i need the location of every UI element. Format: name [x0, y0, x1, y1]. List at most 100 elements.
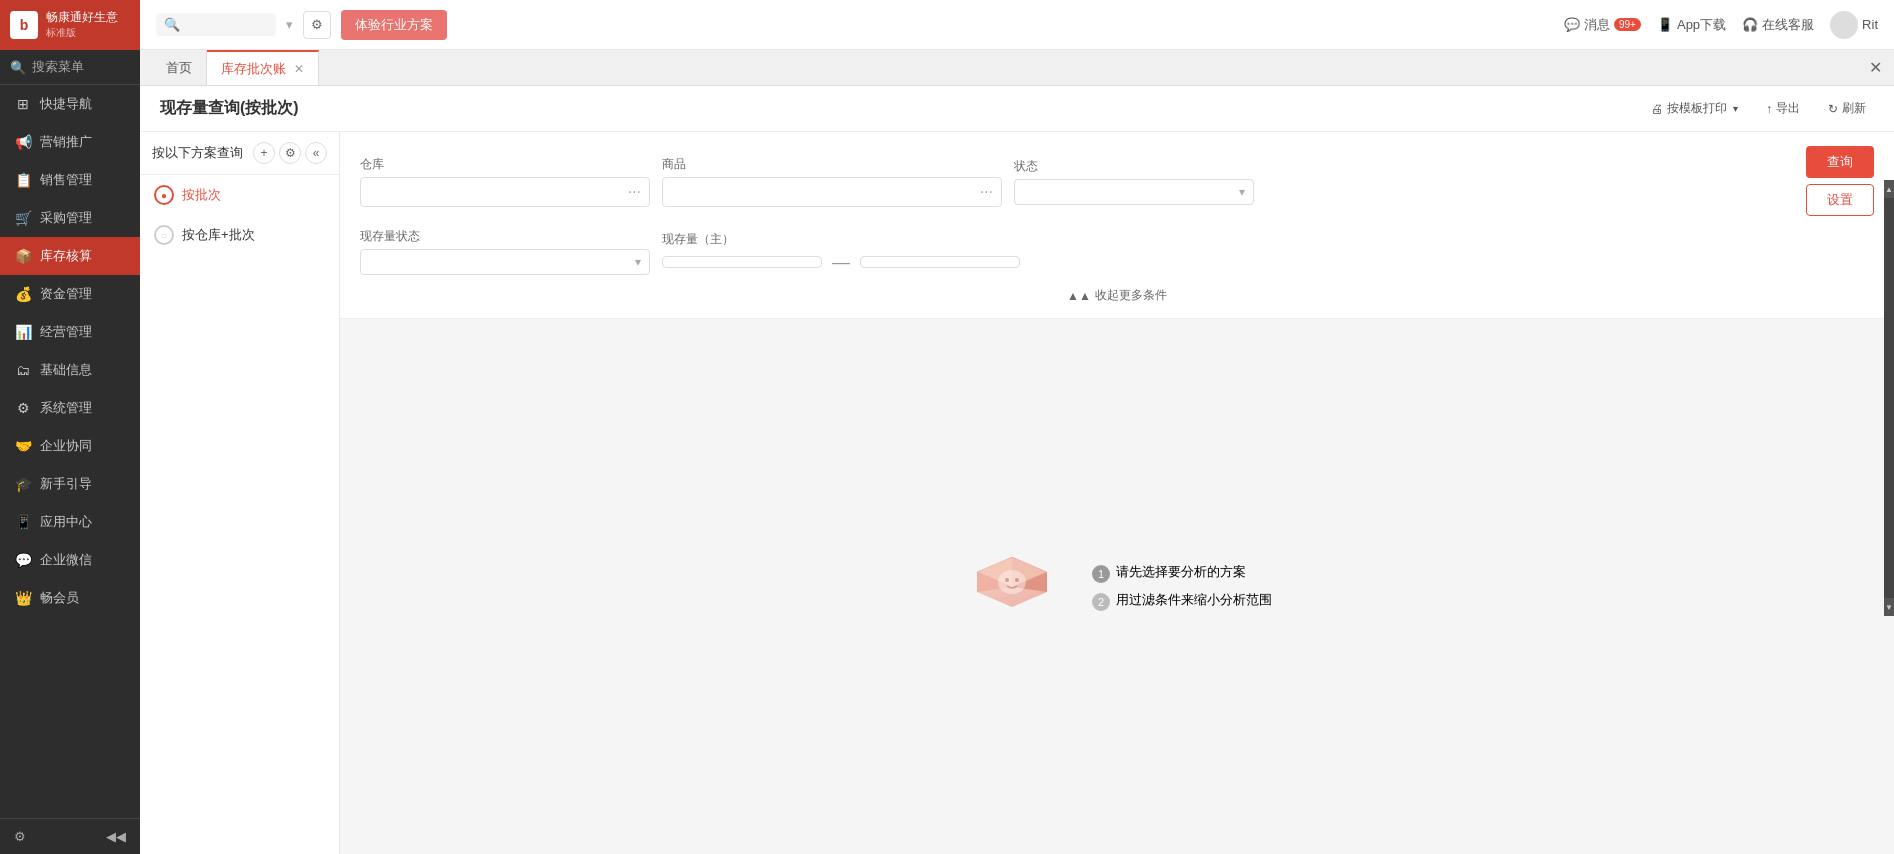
sidebar-item-quick-nav[interactable]: ⊞ 快捷导航 — [0, 85, 140, 123]
gear-icon: ⚙ — [311, 17, 323, 32]
plan-label: 按仓库+批次 — [182, 226, 255, 244]
online-service-button[interactable]: 🎧 在线客服 — [1742, 16, 1814, 34]
stock-qty-max-input[interactable] — [860, 256, 1020, 268]
sidebar: b 畅康通好生意 标准版 🔍 搜索菜单 ⊞ 快捷导航 📢 营销推广 📋 销售管理… — [0, 0, 140, 854]
main-area: 🔍 ▾ ⚙ 体验行业方案 💬 消息 99+ 📱 App下载 🎧 在线客服 — [140, 0, 1894, 854]
content-area: 按以下方案查询 + ⚙ « ● 按批次 ○ 按仓库+批次 — [140, 132, 1894, 854]
filter-row-1: 仓库 ··· 商品 ··· 状态 — [360, 146, 1874, 216]
sidebar-item-purchase[interactable]: 🛒 采购管理 — [0, 199, 140, 237]
sidebar-item-label: 畅会员 — [40, 589, 79, 607]
collapse-button[interactable]: ▲▲ 收起更多条件 — [1067, 287, 1167, 304]
tab-bar-close-button[interactable]: ✕ — [1869, 58, 1882, 77]
topbar-search-box[interactable]: 🔍 — [156, 13, 276, 36]
sidebar-item-label: 营销推广 — [40, 133, 92, 151]
sidebar-item-operations[interactable]: 📊 经营管理 — [0, 313, 140, 351]
sidebar-item-finance[interactable]: 💰 资金管理 — [0, 275, 140, 313]
phone-icon: 📱 — [1657, 17, 1673, 32]
warehouse-input[interactable]: ··· — [360, 177, 650, 207]
sidebar-item-label: 系统管理 — [40, 399, 92, 417]
stock-status-arrow[interactable]: ▾ — [635, 255, 641, 269]
topbar-search-input[interactable] — [186, 18, 246, 32]
sidebar-item-member[interactable]: 👑 畅会员 — [0, 579, 140, 617]
industry-button[interactable]: 体验行业方案 — [341, 10, 447, 40]
message-badge: 99+ — [1614, 18, 1641, 31]
message-label: 消息 — [1584, 16, 1610, 34]
sidebar-search[interactable]: 🔍 搜索菜单 — [0, 50, 140, 85]
warehouse-label: 仓库 — [360, 156, 650, 173]
panel-header: 按以下方案查询 + ⚙ « — [140, 132, 339, 175]
svg-point-4 — [998, 570, 1026, 594]
message-button[interactable]: 💬 消息 99+ — [1564, 16, 1641, 34]
print-button[interactable]: 🖨 按模板打印 ▾ — [1643, 96, 1746, 121]
sidebar-item-enterprise[interactable]: 🤝 企业协同 — [0, 427, 140, 465]
export-button[interactable]: ↑ 导出 — [1758, 96, 1808, 121]
refresh-button[interactable]: ↻ 刷新 — [1820, 96, 1874, 121]
sidebar-item-label: 采购管理 — [40, 209, 92, 227]
panel-title: 按以下方案查询 — [152, 144, 243, 162]
sidebar-item-wechat[interactable]: 💬 企业微信 — [0, 541, 140, 579]
user-menu[interactable]: Rit — [1830, 11, 1878, 39]
sales-icon: 📋 — [14, 171, 32, 189]
settings-button[interactable]: 设置 — [1806, 184, 1874, 216]
tab-inventory-batch[interactable]: 库存批次账 ✕ — [207, 50, 319, 85]
stock-status-select[interactable]: ▾ — [360, 249, 650, 275]
step1-text: 请先选择要分析的方案 — [1116, 563, 1246, 581]
refresh-icon: ↻ — [1828, 102, 1838, 116]
status-arrow[interactable]: ▾ — [1239, 185, 1245, 199]
refresh-label: 刷新 — [1842, 100, 1866, 117]
inventory-icon: 📦 — [14, 247, 32, 265]
sidebar-item-inventory[interactable]: 📦 库存核算 — [0, 237, 140, 275]
goods-field: 商品 ··· — [662, 156, 1002, 207]
topbar-actions: 💬 消息 99+ 📱 App下载 🎧 在线客服 Rit — [1564, 11, 1878, 39]
sidebar-item-sales[interactable]: 📋 销售管理 — [0, 161, 140, 199]
settings-plan-button[interactable]: ⚙ — [279, 142, 301, 164]
sidebar-item-guide[interactable]: 🎓 新手引导 — [0, 465, 140, 503]
goods-input[interactable]: ··· — [662, 177, 1002, 207]
goods-dots[interactable]: ··· — [980, 183, 993, 201]
stock-qty-field: 现存量（主） — — [662, 231, 1020, 273]
plan-item-warehouse-batch[interactable]: ○ 按仓库+批次 — [140, 215, 339, 255]
stock-qty-min-input[interactable] — [662, 256, 822, 268]
stock-status-field: 现存量状态 ▾ — [360, 228, 650, 275]
page-toolbar: 🖨 按模板打印 ▾ ↑ 导出 ↻ 刷新 — [1643, 96, 1874, 121]
page-title: 现存量查询(按批次) — [160, 98, 299, 119]
goods-label: 商品 — [662, 156, 1002, 173]
app-download-label: App下载 — [1677, 16, 1726, 34]
add-plan-button[interactable]: + — [253, 142, 275, 164]
sidebar-item-label: 企业微信 — [40, 551, 92, 569]
step2-number: 2 — [1092, 593, 1110, 611]
scroll-down-arrow[interactable]: ▼ — [1884, 598, 1894, 616]
sidebar-item-app-center[interactable]: 📱 应用中心 — [0, 503, 140, 541]
plan-inactive-icon: ○ — [154, 225, 174, 245]
status-field: 状态 ▾ — [1014, 158, 1254, 205]
headset-icon: 🎧 — [1742, 17, 1758, 32]
print-dropdown-arrow[interactable]: ▾ — [1733, 103, 1738, 114]
purchase-icon: 🛒 — [14, 209, 32, 227]
app-download-button[interactable]: 📱 App下载 — [1657, 16, 1726, 34]
sidebar-settings-icon[interactable]: ⚙ — [14, 829, 26, 844]
sidebar-item-label: 库存核算 — [40, 247, 92, 265]
collapse-panel-button[interactable]: « — [305, 142, 327, 164]
sidebar-nav: ⊞ 快捷导航 📢 营销推广 📋 销售管理 🛒 采购管理 📦 库存核算 💰 资金管… — [0, 85, 140, 818]
status-select[interactable]: ▾ — [1014, 179, 1254, 205]
sidebar-item-label: 快捷导航 — [40, 95, 92, 113]
scroll-up-arrow[interactable]: ▲ — [1884, 180, 1894, 198]
sidebar-item-label: 新手引导 — [40, 475, 92, 493]
print-label: 按模板打印 — [1667, 100, 1727, 117]
tab-home[interactable]: 首页 — [152, 50, 207, 85]
sidebar-item-system[interactable]: ⚙ 系统管理 — [0, 389, 140, 427]
tab-close-button[interactable]: ✕ — [294, 62, 304, 76]
guide-icon: 🎓 — [14, 475, 32, 493]
plan-item-batch[interactable]: ● 按批次 — [140, 175, 339, 215]
topbar-dropdown-arrow[interactable]: ▾ — [286, 17, 293, 32]
sidebar-collapse-icon[interactable]: ◀◀ — [106, 829, 126, 844]
query-button[interactable]: 查询 — [1806, 146, 1874, 178]
member-icon: 👑 — [14, 589, 32, 607]
sidebar-item-basic[interactable]: 🗂 基础信息 — [0, 351, 140, 389]
warehouse-dots[interactable]: ··· — [628, 183, 641, 201]
sidebar-item-marketing[interactable]: 📢 营销推广 — [0, 123, 140, 161]
warehouse-field: 仓库 ··· — [360, 156, 650, 207]
tab-bar: 首页 库存批次账 ✕ ✕ — [140, 50, 1894, 86]
operations-icon: 📊 — [14, 323, 32, 341]
topbar-settings-button[interactable]: ⚙ — [303, 11, 331, 39]
